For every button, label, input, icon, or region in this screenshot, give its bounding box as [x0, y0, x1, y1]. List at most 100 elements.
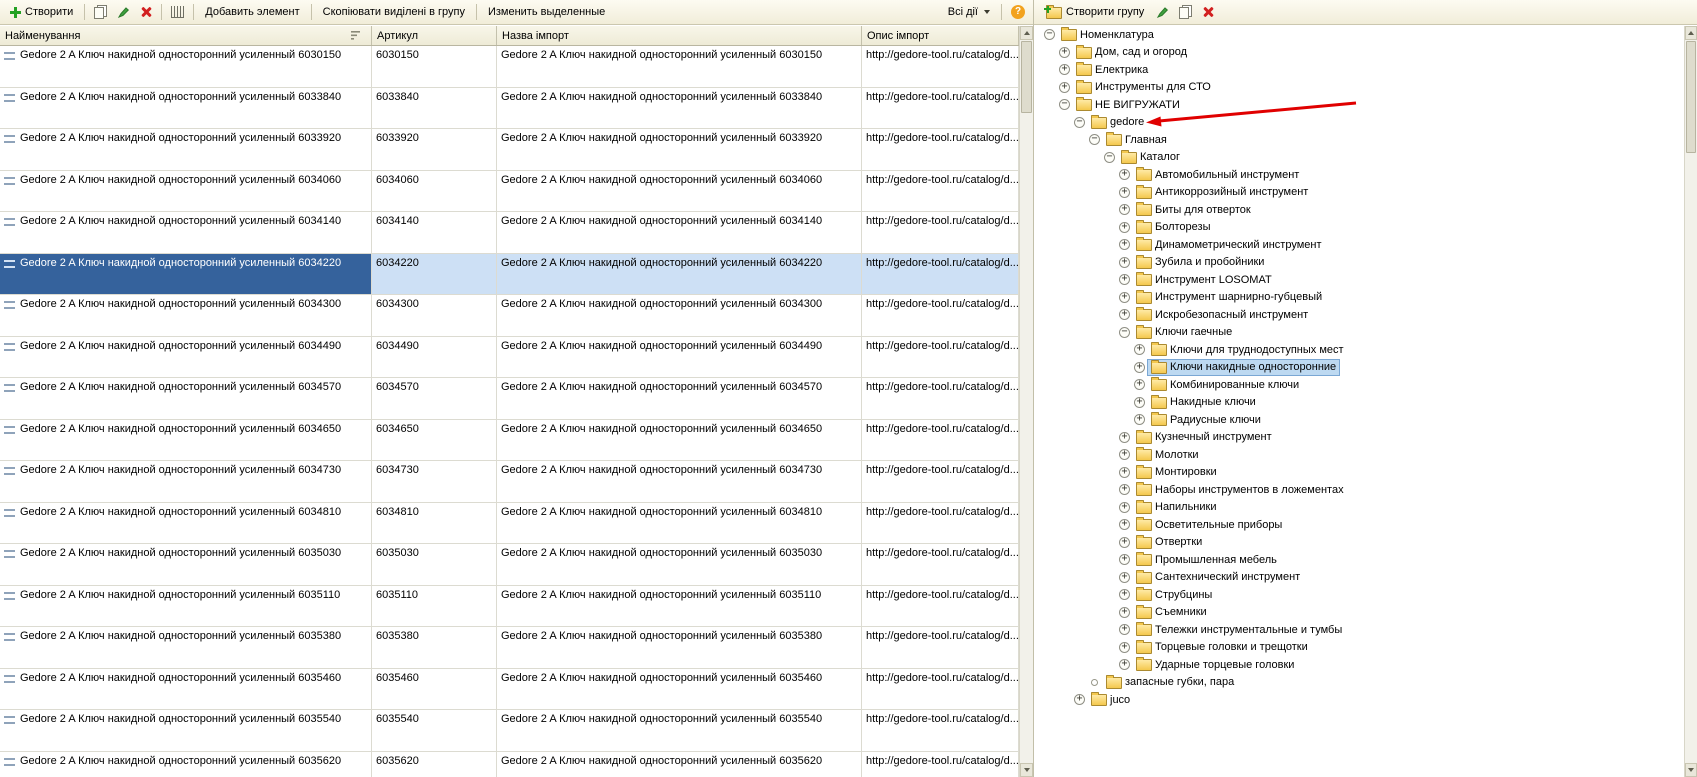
tree-item[interactable]: − НЕ ВИГРУЖАТИ — [1034, 96, 1684, 114]
table-row[interactable]: Gedore 2 A Ключ накидной односторонний у… — [0, 585, 1019, 627]
tree-item[interactable]: − Номенклатура — [1034, 26, 1684, 44]
tree-item-content[interactable]: Ключи гаечные — [1133, 324, 1235, 340]
cell-c-name[interactable]: Gedore 2 A Ключ накидной односторонний у… — [0, 170, 372, 211]
tree-item[interactable]: − Ключи гаечные — [1034, 324, 1684, 342]
tree-item[interactable]: + Антикоррозийный инструмент — [1034, 184, 1684, 202]
tree-item-content[interactable]: Комбинированные ключи — [1148, 377, 1302, 392]
cell-c-art[interactable]: 6035540 — [372, 710, 497, 751]
column-header-import-desc[interactable]: Опис імпорт — [862, 26, 1019, 45]
cell-c-art[interactable]: 6034060 — [372, 170, 497, 211]
cell-c-art[interactable]: 6034300 — [372, 295, 497, 336]
cell-c-name[interactable]: Gedore 2 A Ключ накидной односторонний у… — [0, 710, 372, 751]
tree-item[interactable]: + Монтировки — [1034, 464, 1684, 482]
cell-c-art[interactable]: 6035620 — [372, 751, 497, 777]
table-row[interactable]: Gedore 2 A Ключ накидной односторонний у… — [0, 129, 1019, 171]
cell-c-imp[interactable]: Gedore 2 A Ключ накидной односторонний у… — [497, 129, 862, 170]
cell-c-imp[interactable]: Gedore 2 A Ключ накидной односторонний у… — [497, 585, 862, 626]
tree-item[interactable]: + Инструмент LOSOMAT — [1034, 271, 1684, 289]
tree-item-content[interactable]: Монтировки — [1133, 464, 1220, 480]
table-row[interactable]: Gedore 2 A Ключ накидной односторонний у… — [0, 627, 1019, 669]
table-row[interactable]: Gedore 2 A Ключ накидной односторонний у… — [0, 751, 1019, 777]
cell-c-imp[interactable]: Gedore 2 A Ключ накидной односторонний у… — [497, 710, 862, 751]
tree-item[interactable]: + juco — [1034, 691, 1684, 709]
expand-icon[interactable]: + — [1119, 519, 1130, 531]
table-scrollbar[interactable] — [1019, 26, 1033, 777]
tree-item[interactable]: + Тележки инструментальные и тумбы — [1034, 621, 1684, 639]
tree-item[interactable]: − Каталог — [1034, 149, 1684, 167]
expand-icon[interactable]: + — [1119, 431, 1130, 443]
tree-item-content[interactable]: Антикоррозийный инструмент — [1133, 184, 1311, 200]
copy-group-button[interactable] — [1175, 2, 1196, 22]
tree-item[interactable]: + Струбцины — [1034, 586, 1684, 604]
scroll-up-button[interactable] — [1685, 26, 1697, 40]
cell-c-desc[interactable]: http://gedore-tool.ru/catalog/d... — [862, 46, 1019, 87]
expand-icon[interactable]: + — [1119, 274, 1130, 286]
table-row[interactable]: Gedore 2 A Ключ накидной односторонний у… — [0, 295, 1019, 337]
tree-item-content[interactable]: Сантехнический инструмент — [1133, 569, 1303, 585]
cell-c-imp[interactable]: Gedore 2 A Ключ накидной односторонний у… — [497, 212, 862, 253]
tree-item[interactable]: − gedore — [1034, 114, 1684, 132]
edit-selected-button[interactable]: Изменить выделенные — [482, 3, 611, 21]
column-header-name[interactable]: Найменування — [0, 26, 372, 45]
cell-c-art[interactable]: 6035110 — [372, 585, 497, 626]
tree-item-content[interactable]: запасные губки, пара — [1103, 674, 1237, 690]
edit-item-button[interactable] — [113, 3, 134, 22]
tree-item-content[interactable]: juco — [1088, 692, 1133, 707]
cell-c-art[interactable]: 6030150 — [372, 46, 497, 87]
cell-c-name[interactable]: Gedore 2 A Ключ накидной односторонний у… — [0, 46, 372, 87]
tree-item[interactable]: + Радиусные ключи — [1034, 411, 1684, 429]
cell-c-imp[interactable]: Gedore 2 A Ключ накидной односторонний у… — [497, 295, 862, 336]
tree-item-content[interactable]: Промышленная мебель — [1133, 552, 1280, 567]
expand-icon[interactable]: + — [1119, 589, 1130, 601]
tree-item[interactable]: + Отвертки — [1034, 534, 1684, 552]
cell-c-art[interactable]: 6034140 — [372, 212, 497, 253]
tree-item[interactable]: + Инструмент шарнирно-губцевый — [1034, 289, 1684, 307]
expand-icon[interactable]: + — [1134, 414, 1145, 426]
expand-icon[interactable]: + — [1059, 64, 1070, 76]
expand-icon[interactable]: + — [1119, 571, 1130, 583]
cell-c-art[interactable]: 6034220 — [372, 253, 497, 294]
cell-c-name[interactable]: Gedore 2 A Ключ накидной односторонний у… — [0, 253, 372, 294]
cell-c-desc[interactable]: http://gedore-tool.ru/catalog/d... — [862, 544, 1019, 585]
cell-c-name[interactable]: Gedore 2 A Ключ накидной односторонний у… — [0, 627, 372, 668]
expand-icon[interactable]: + — [1119, 449, 1130, 461]
tree-item[interactable]: + Болторезы — [1034, 219, 1684, 237]
cell-c-desc[interactable]: http://gedore-tool.ru/catalog/d... — [862, 87, 1019, 128]
cell-c-imp[interactable]: Gedore 2 A Ключ накидной односторонний у… — [497, 253, 862, 294]
tree-item[interactable]: + Торцевые головки и трещотки — [1034, 639, 1684, 657]
collapse-icon[interactable]: − — [1044, 29, 1055, 41]
cell-c-name[interactable]: Gedore 2 A Ключ накидной односторонний у… — [0, 295, 372, 336]
scrollbar-thumb[interactable] — [1686, 41, 1696, 153]
cell-c-desc[interactable]: http://gedore-tool.ru/catalog/d... — [862, 212, 1019, 253]
expand-icon[interactable]: + — [1119, 606, 1130, 618]
tree-item-content[interactable]: Накидные ключи — [1148, 394, 1259, 410]
expand-icon[interactable]: + — [1119, 221, 1130, 233]
scrollbar-thumb[interactable] — [1021, 41, 1032, 113]
tree-item[interactable]: + Инструменты для СТО — [1034, 79, 1684, 97]
cell-c-imp[interactable]: Gedore 2 A Ключ накидной односторонний у… — [497, 336, 862, 377]
cell-c-desc[interactable]: http://gedore-tool.ru/catalog/d... — [862, 627, 1019, 668]
cell-c-name[interactable]: Gedore 2 A Ключ накидной односторонний у… — [0, 378, 372, 419]
tree-item[interactable]: − Главная — [1034, 131, 1684, 149]
tree-item-content[interactable]: Радиусные ключи — [1148, 412, 1264, 427]
cell-c-desc[interactable]: http://gedore-tool.ru/catalog/d... — [862, 170, 1019, 211]
tree-item[interactable]: + Ключи накидные односторонние — [1034, 358, 1684, 377]
tree-item-content[interactable]: Инструменты для СТО — [1073, 79, 1214, 95]
column-header-import-name[interactable]: Назва імпорт — [497, 26, 862, 45]
copy-item-button[interactable] — [90, 2, 111, 22]
tree-item-content[interactable]: Тележки инструментальные и тумбы — [1133, 622, 1345, 637]
tree-item-content[interactable]: Ключи для труднодоступных мест — [1148, 342, 1347, 357]
cell-c-desc[interactable]: http://gedore-tool.ru/catalog/d... — [862, 668, 1019, 709]
cell-c-imp[interactable]: Gedore 2 A Ключ накидной односторонний у… — [497, 544, 862, 585]
cell-c-imp[interactable]: Gedore 2 A Ключ накидной односторонний у… — [497, 461, 862, 502]
tree-item[interactable]: + Напильники — [1034, 499, 1684, 517]
expand-icon[interactable]: + — [1134, 361, 1145, 373]
cell-c-imp[interactable]: Gedore 2 A Ключ накидной односторонний у… — [497, 419, 862, 460]
cell-c-desc[interactable]: http://gedore-tool.ru/catalog/d... — [862, 585, 1019, 626]
collapse-icon[interactable]: − — [1104, 151, 1115, 163]
tree-item[interactable]: + Автомобильный инструмент — [1034, 166, 1684, 184]
tree-item[interactable]: + Ключи для труднодоступных мест — [1034, 341, 1684, 359]
cell-c-art[interactable]: 6033920 — [372, 129, 497, 170]
create-button[interactable]: Створити — [4, 3, 79, 21]
tree-item-content[interactable]: Ударные торцевые головки — [1133, 657, 1297, 672]
